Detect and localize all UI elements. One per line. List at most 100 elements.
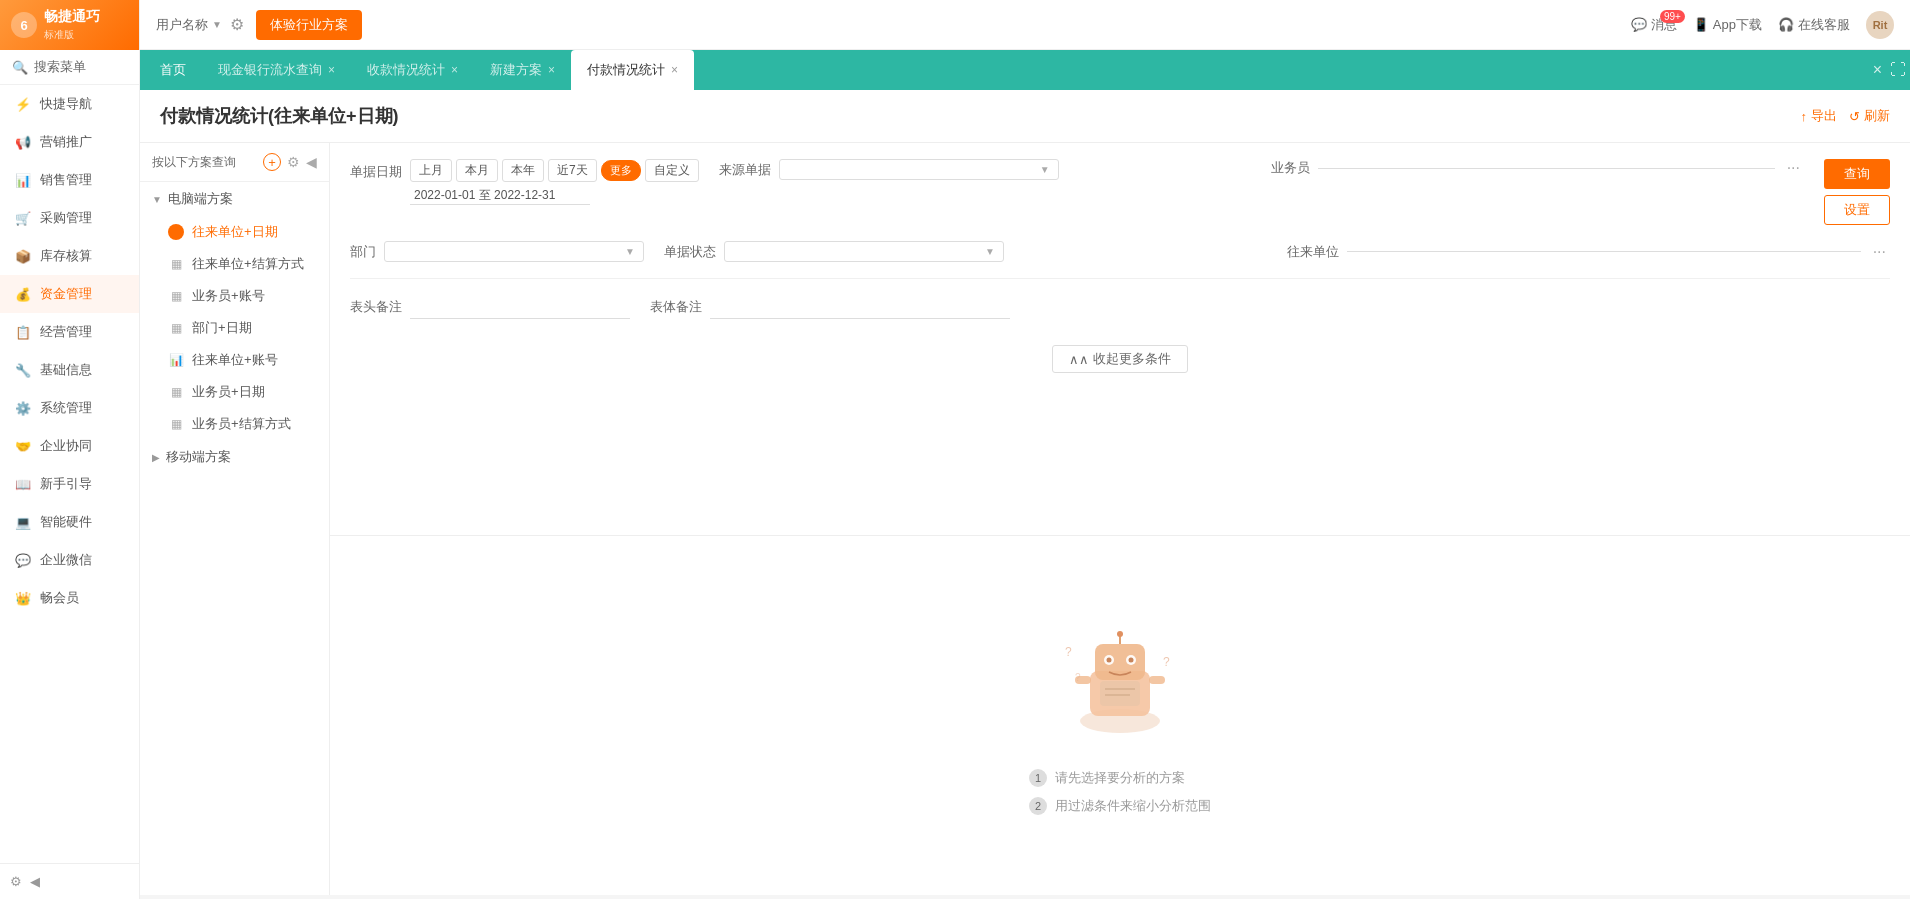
dept-select[interactable]: ▼ [384,241,644,262]
voucher-date-label: 单据日期 [350,159,402,181]
topbar-gear-btn[interactable]: ⚙ [230,15,244,34]
settings-btn[interactable]: 设置 [1824,195,1890,225]
tab-fullscreen-btn[interactable]: ⛶ [1890,61,1906,79]
scheme-settings-btn[interactable]: ⚙ [287,154,300,170]
scheme-group-desktop-header[interactable]: ▼ 电脑端方案 [140,182,329,216]
scheme-item-counterparty-settlement[interactable]: ▦ 往来单位+结算方式 [140,248,329,280]
enterprise-icon: 🤝 [14,437,32,455]
online-service-btn[interactable]: 🎧 在线客服 [1778,16,1850,34]
sidebar-search[interactable]: 🔍 搜索菜单 [0,50,139,85]
sidebar-item-wechat[interactable]: 💬 企业微信 [0,541,139,579]
counterparty-more-btn[interactable]: ··· [1869,243,1890,261]
tab-home[interactable]: 首页 [144,50,202,90]
date-btn-last-7-days[interactable]: 近7天 [548,159,597,182]
purchase-icon: 🛒 [14,209,32,227]
page-content: 付款情况统计(往来单位+日期) ↑ 导出 ↺ 刷新 按以下方案查询 + [140,90,1910,899]
scheme-item-table-icon-1: ▦ [168,256,184,272]
sidebar-footer: ⚙ ◀ [0,863,139,899]
scheme-item-dept-date[interactable]: ▦ 部门+日期 [140,312,329,344]
scheme-add-btn[interactable]: + [263,153,281,171]
svg-text:?: ? [1065,645,1072,659]
source-voucher-select[interactable]: ▼ [779,159,1059,180]
sidebar-nav: ⚡ 快捷导航 📢 营销推广 📊 销售管理 🛒 采购管理 📦 库存核算 💰 资金管… [0,85,139,863]
scheme-item-counterparty-date[interactable]: 往来单位+日期 [140,216,329,248]
tab-bank-close[interactable]: × [328,63,335,77]
page-header: 付款情况统计(往来单位+日期) ↑ 导出 ↺ 刷新 [140,90,1910,143]
sidebar-item-capital[interactable]: 💰 资金管理 [0,275,139,313]
tab-receipt-close[interactable]: × [451,63,458,77]
export-btn[interactable]: ↑ 导出 [1801,107,1838,125]
robot-svg: ? ? ? [1055,616,1185,746]
footer-collapse-btn[interactable]: ◀ [30,874,40,889]
sidebar-item-inventory[interactable]: 📦 库存核算 [0,237,139,275]
sidebar-item-operation[interactable]: 📋 经营管理 [0,313,139,351]
source-voucher-group: 来源单据 ▼ [719,159,1252,180]
salesperson-more-btn[interactable]: ··· [1783,159,1804,177]
tab-payment[interactable]: 付款情况统计 × [571,50,694,90]
query-button-group: 查询 设置 [1824,159,1890,225]
scheme-collapse-btn[interactable]: ◀ [306,154,317,170]
tab-receipt[interactable]: 收款情况统计 × [351,50,474,90]
sidebar-item-member[interactable]: 👑 畅会员 [0,579,139,617]
topbar-right: 💬 消息 99+ 📱 App下载 🎧 在线客服 Rit [1631,11,1894,39]
user-avatar[interactable]: Rit [1866,11,1894,39]
date-range-input[interactable] [410,186,590,205]
page-title: 付款情况统计(往来单位+日期) [160,104,399,128]
sidebar-item-basic[interactable]: 🔧 基础信息 [0,351,139,389]
operation-icon: 📋 [14,323,32,341]
logo-icon: 6 [10,11,38,39]
salesperson-label: 业务员 [1271,159,1310,177]
empty-hints: 1 请先选择要分析的方案 2 用过滤条件来缩小分析范围 [1029,769,1211,815]
hint-num-2: 2 [1029,797,1047,815]
source-voucher-label: 来源单据 [719,161,771,179]
date-btn-more[interactable]: 更多 [601,160,641,181]
date-btn-custom[interactable]: 自定义 [645,159,699,182]
desktop-group-arrow: ▼ [152,194,162,205]
sidebar-item-sales[interactable]: 📊 销售管理 [0,161,139,199]
main-area: 用户名称 ▼ ⚙ 体验行业方案 💬 消息 99+ 📱 App下载 🎧 在线客服 … [140,0,1910,899]
voucher-status-label: 单据状态 [664,243,716,261]
refresh-btn[interactable]: ↺ 刷新 [1849,107,1890,125]
notice-btn[interactable]: 💬 消息 99+ [1631,16,1677,34]
topbar-profile[interactable]: 用户名称 ▼ [156,16,222,34]
date-btn-last-month[interactable]: 上月 [410,159,452,182]
collapse-more-btn[interactable]: ∧∧ 收起更多条件 [1052,345,1188,373]
sidebar-item-marketing[interactable]: 📢 营销推广 [0,123,139,161]
tab-close-all-btn[interactable]: × [1873,61,1882,79]
voucher-status-select[interactable]: ▼ [724,241,1004,262]
scheme-item-table-icon-5: ▦ [168,416,184,432]
trial-btn[interactable]: 体验行业方案 [256,10,362,40]
query-btn[interactable]: 查询 [1824,159,1890,189]
hardware-icon: 💻 [14,513,32,531]
tab-bank[interactable]: 现金银行流水查询 × [202,50,351,90]
tabs-bar: 首页 现金银行流水查询 × 收款情况统计 × 新建方案 × 付款情况统计 × ×… [140,50,1910,90]
svg-rect-12 [1149,676,1165,684]
sidebar-item-hardware[interactable]: 💻 智能硬件 [0,503,139,541]
table-header-note-group: 表头备注 [350,295,630,319]
table-body-note-input[interactable] [710,295,1010,319]
scheme-group-mobile-header[interactable]: ▶ 移动端方案 [140,440,329,474]
sidebar-item-quicknav[interactable]: ⚡ 快捷导航 [0,85,139,123]
date-btn-this-month[interactable]: 本月 [456,159,498,182]
app-download-btn[interactable]: 📱 App下载 [1693,16,1762,34]
scheme-item-salesperson-date[interactable]: ▦ 业务员+日期 [140,376,329,408]
footer-settings-btn[interactable]: ⚙ [10,874,22,889]
tab-payment-close[interactable]: × [671,63,678,77]
voucher-status-arrow: ▼ [985,246,995,257]
notice-badge: 99+ [1660,10,1685,23]
scheme-panel: 按以下方案查询 + ⚙ ◀ ▼ 电脑端方案 [140,143,330,895]
sidebar-item-guide[interactable]: 📖 新手引导 [0,465,139,503]
topbar: 用户名称 ▼ ⚙ 体验行业方案 💬 消息 99+ 📱 App下载 🎧 在线客服 … [140,0,1910,50]
tab-new-scheme[interactable]: 新建方案 × [474,50,571,90]
sidebar-item-system[interactable]: ⚙️ 系统管理 [0,389,139,427]
scheme-item-salesperson-account[interactable]: ▦ 业务员+账号 [140,280,329,312]
mobile-group-arrow: ▶ [152,452,160,463]
scheme-item-salesperson-settlement[interactable]: ▦ 业务员+结算方式 [140,408,329,440]
sidebar-item-enterprise[interactable]: 🤝 企业协同 [0,427,139,465]
sidebar-item-purchase[interactable]: 🛒 采购管理 [0,199,139,237]
scheme-item-counterparty-account[interactable]: 📊 往来单位+账号 [140,344,329,376]
tab-new-scheme-close[interactable]: × [548,63,555,77]
member-icon: 👑 [14,589,32,607]
date-btn-this-year[interactable]: 本年 [502,159,544,182]
table-header-note-input[interactable] [410,295,630,319]
